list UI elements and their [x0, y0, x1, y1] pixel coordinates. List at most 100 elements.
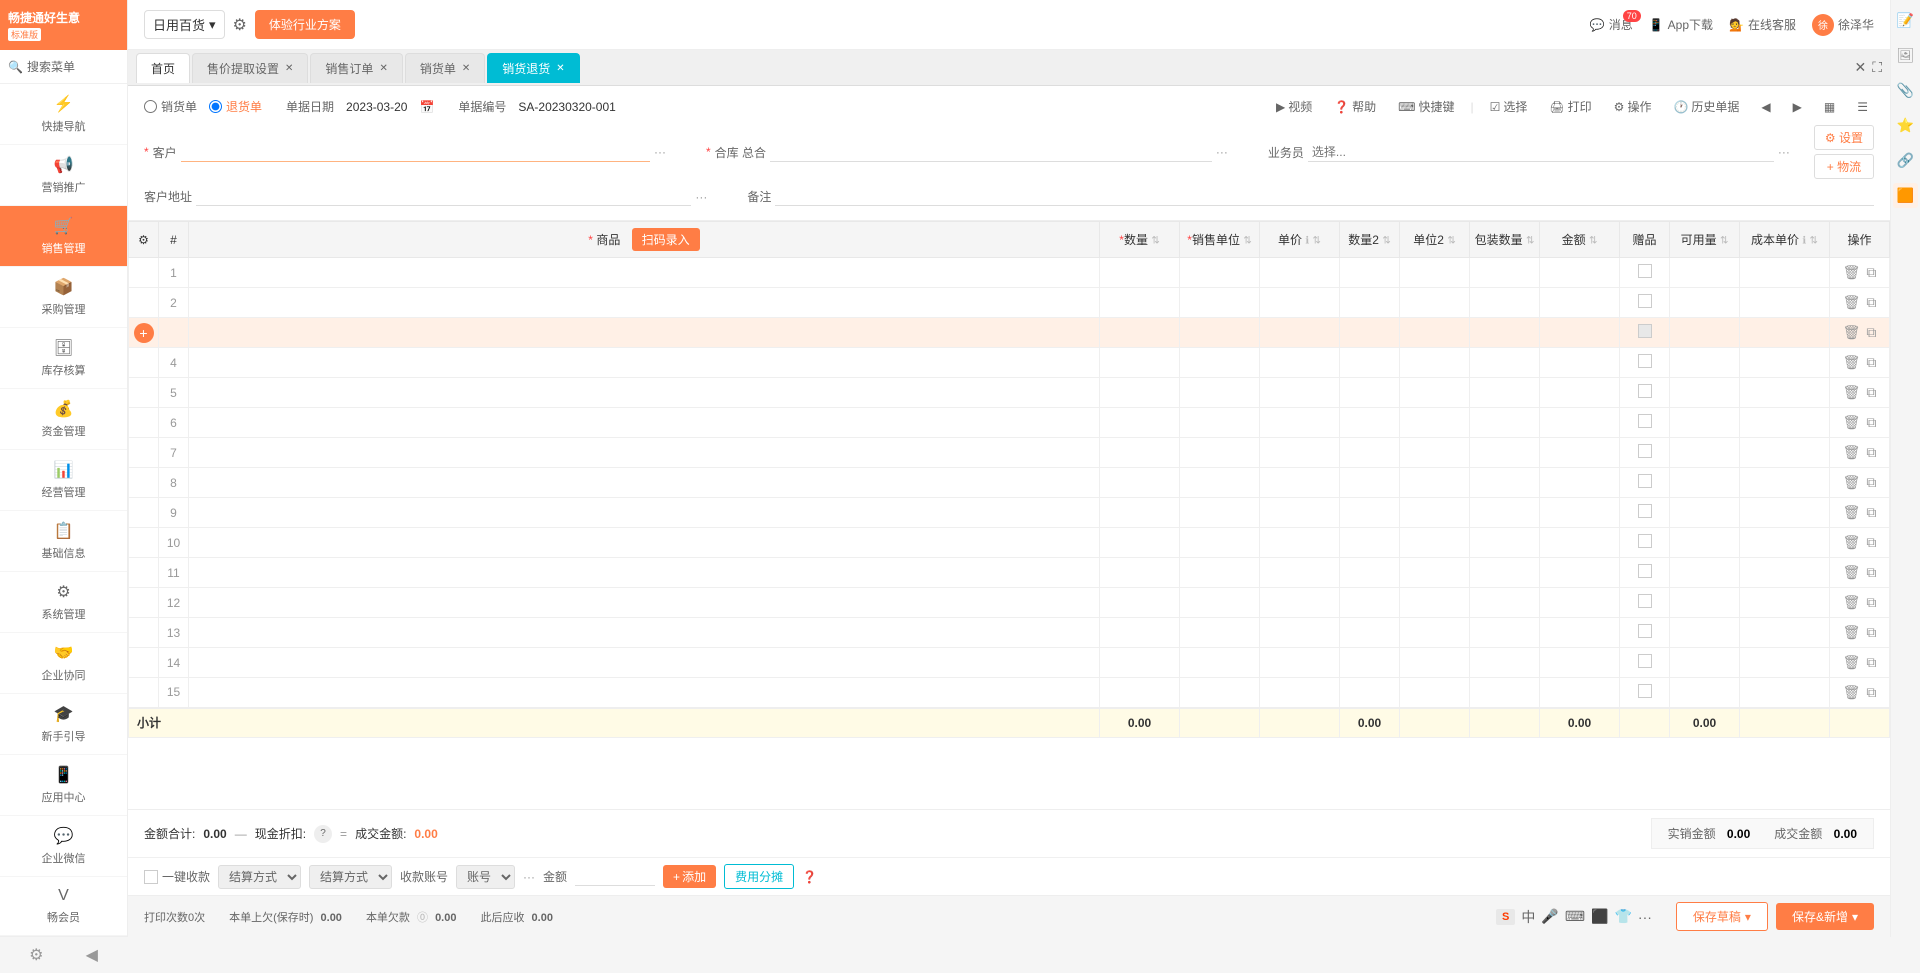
keyboard-icon[interactable]: ⌨: [1565, 908, 1585, 925]
delete-row-icon[interactable]: 🗑: [1843, 294, 1861, 311]
row-unit[interactable]: [1180, 258, 1260, 288]
row-gift[interactable]: [1620, 318, 1670, 348]
tab-sales-order-close[interactable]: ✕: [379, 63, 387, 74]
row-avail[interactable]: [1670, 318, 1740, 348]
sidebar-item-system[interactable]: ⚙ 系统管理: [0, 572, 127, 633]
row-unit[interactable]: [1180, 318, 1260, 348]
radio-return-input[interactable]: [209, 100, 222, 113]
row-avail[interactable]: [1670, 288, 1740, 318]
delete-row-icon[interactable]: 🗑: [1843, 594, 1861, 611]
note-input[interactable]: [775, 187, 1874, 206]
grid-view-btn[interactable]: ▦: [1818, 98, 1841, 116]
unit-sort-icon[interactable]: ⇅: [1243, 235, 1251, 246]
row-qty2[interactable]: [1340, 318, 1400, 348]
gift-checkbox-active[interactable]: [1638, 324, 1652, 338]
row-amount[interactable]: [1540, 258, 1620, 288]
tab-sales-order[interactable]: 销售订单 ✕: [310, 53, 402, 83]
gift-checkbox[interactable]: [1638, 444, 1652, 458]
radio-sales[interactable]: 销货单: [144, 98, 197, 115]
gift-checkbox[interactable]: [1638, 354, 1652, 368]
sidebar-item-inventory[interactable]: 🗄 库存核算: [0, 328, 127, 389]
close-all-icon[interactable]: ✕: [1854, 59, 1866, 76]
tab-sales-return-close[interactable]: ✕: [556, 63, 564, 74]
one-click-pay-checkbox[interactable]: [144, 870, 158, 884]
warehouse-select-icon[interactable]: ···: [1216, 145, 1228, 159]
copy-row-icon[interactable]: ⧉: [1866, 684, 1876, 701]
copy-row-icon[interactable]: ⧉: [1866, 654, 1876, 671]
account-select[interactable]: 账号: [456, 865, 515, 889]
sidebar-item-app[interactable]: 📱 应用中心: [0, 755, 127, 816]
help-btn[interactable]: ❓ 帮助: [1328, 96, 1382, 117]
calendar-icon[interactable]: 📅: [419, 100, 434, 114]
gift-checkbox[interactable]: [1638, 684, 1652, 698]
radio-return[interactable]: 退货单: [209, 98, 262, 115]
sidebar-item-finance[interactable]: 💰 资金管理: [0, 389, 127, 450]
sidebar-item-member[interactable]: V 畅会员: [0, 877, 127, 936]
row-price[interactable]: [1260, 318, 1340, 348]
attachment-icon[interactable]: 📎: [1893, 78, 1918, 103]
copy-row-icon[interactable]: ⧉: [1866, 594, 1876, 611]
row-cost[interactable]: [1740, 288, 1830, 318]
account-dots[interactable]: ···: [523, 870, 535, 884]
more-icon[interactable]: ···: [1638, 909, 1652, 925]
copy-row-icon[interactable]: ⧉: [1866, 264, 1876, 281]
online-service-btn[interactable]: 💁 在线客服: [1729, 16, 1796, 33]
star-icon[interactable]: ⭐: [1893, 113, 1918, 138]
search-menu[interactable]: 🔍 搜索菜单: [0, 50, 127, 84]
warehouse-input[interactable]: [770, 143, 1212, 162]
row-unit2[interactable]: [1400, 258, 1470, 288]
staff-input[interactable]: [1308, 143, 1774, 162]
gift-checkbox[interactable]: [1638, 534, 1652, 548]
qr-icon[interactable]: ⬛: [1591, 908, 1608, 925]
sidebar-item-sales[interactable]: 🛒 销售管理: [0, 206, 127, 267]
avail-sort-icon[interactable]: ⇅: [1720, 235, 1728, 246]
settings-form-btn[interactable]: ⚙ 设置: [1814, 125, 1874, 150]
prev-doc-btn[interactable]: ◀: [1755, 98, 1776, 116]
settings-gear-icon[interactable]: ⚙: [29, 945, 43, 965]
copy-row-icon[interactable]: ⧉: [1866, 444, 1876, 461]
qty2-sort-icon[interactable]: ⇅: [1382, 235, 1390, 246]
row-pack[interactable]: [1470, 318, 1540, 348]
copy-row-icon[interactable]: ⧉: [1866, 384, 1876, 401]
scan-button[interactable]: 扫码录入: [632, 228, 700, 251]
operate-btn[interactable]: ⚙ 操作: [1608, 96, 1658, 117]
add-row-button[interactable]: +: [134, 323, 154, 343]
row-qty[interactable]: [1100, 288, 1180, 318]
link-icon[interactable]: 🔗: [1893, 148, 1918, 173]
address-input[interactable]: [196, 187, 691, 206]
amount-sort-icon[interactable]: ⇅: [1589, 235, 1597, 246]
gift-checkbox[interactable]: [1638, 414, 1652, 428]
shirt-icon[interactable]: 👕: [1614, 908, 1631, 925]
row-cost[interactable]: [1740, 318, 1830, 348]
copy-row-icon[interactable]: ⧉: [1866, 414, 1876, 431]
delete-row-icon[interactable]: 🗑: [1843, 324, 1861, 341]
active-panel-icon[interactable]: 🟧: [1893, 183, 1918, 208]
row-pack[interactable]: [1470, 258, 1540, 288]
copy-row-icon[interactable]: ⧉: [1866, 564, 1876, 581]
sidebar-item-wechat[interactable]: 💬 企业微信: [0, 816, 127, 877]
tab-sales[interactable]: 销货单 ✕: [405, 53, 485, 83]
price-sort-icon[interactable]: ⇅: [1313, 235, 1321, 246]
row-qty2[interactable]: [1340, 288, 1400, 318]
row-product[interactable]: [189, 258, 1100, 288]
row-qty[interactable]: [1100, 318, 1180, 348]
sidebar-item-marketing[interactable]: 📢 营销推广: [0, 145, 127, 206]
industry-dropdown[interactable]: 日用百货 ▾: [144, 10, 225, 39]
print-btn-form[interactable]: 🖨 打印: [1543, 96, 1597, 117]
tab-price-set-close[interactable]: ✕: [285, 63, 293, 74]
app-download-btn[interactable]: 📱 App下载: [1649, 16, 1713, 33]
sidebar-item-operations[interactable]: 📊 经营管理: [0, 450, 127, 511]
logistics-btn[interactable]: + 物流: [1814, 154, 1874, 179]
row-gift[interactable]: [1620, 288, 1670, 318]
collapse-icon[interactable]: ◀: [86, 945, 98, 965]
sidebar-item-newbie[interactable]: 🎓 新手引导: [0, 694, 127, 755]
split-btn[interactable]: 费用分摊: [724, 864, 794, 889]
one-click-pay-label[interactable]: 一键收款: [144, 868, 210, 885]
gift-checkbox[interactable]: [1638, 654, 1652, 668]
save-new-btn[interactable]: 保存&新增 ▾: [1776, 903, 1874, 930]
row-cost[interactable]: [1740, 258, 1830, 288]
radio-sales-input[interactable]: [144, 100, 157, 113]
gift-checkbox[interactable]: [1638, 624, 1652, 638]
copy-row-icon[interactable]: ⧉: [1866, 324, 1876, 341]
gift-checkbox[interactable]: [1638, 504, 1652, 518]
